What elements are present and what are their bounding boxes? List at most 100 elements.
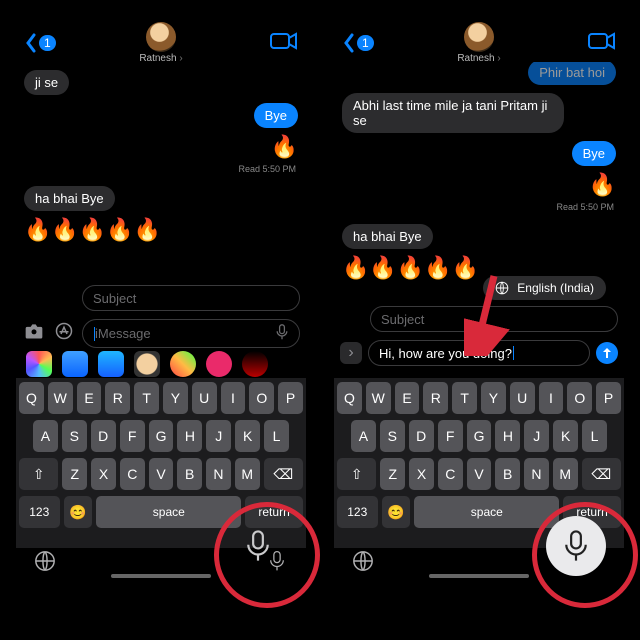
delete-key[interactable]: ⌫ [264, 458, 303, 490]
key-f[interactable]: F [438, 420, 463, 452]
key-k[interactable]: K [235, 420, 260, 452]
message-in[interactable]: Abhi last time mile ja tani Pritam ji se [342, 93, 564, 133]
key-y[interactable]: Y [481, 382, 506, 414]
key-c[interactable]: C [120, 458, 145, 490]
key-b[interactable]: B [495, 458, 520, 490]
key-t[interactable]: T [452, 382, 477, 414]
message-input[interactable]: iMessage [82, 319, 300, 348]
key-k[interactable]: K [553, 420, 578, 452]
fire-emoji[interactable]: 🔥🔥🔥🔥🔥 [342, 255, 479, 281]
language-label: English (India) [517, 281, 594, 295]
key-c[interactable]: C [438, 458, 463, 490]
key-i[interactable]: I [221, 382, 246, 414]
key-h[interactable]: H [495, 420, 520, 452]
key-g[interactable]: G [467, 420, 492, 452]
key-g[interactable]: G [149, 420, 174, 452]
key-j[interactable]: J [524, 420, 549, 452]
appstore-app-icon[interactable] [62, 351, 88, 377]
key-t[interactable]: T [134, 382, 159, 414]
key-h[interactable]: H [177, 420, 202, 452]
app-rail[interactable] [16, 350, 306, 378]
avatar [464, 22, 494, 52]
space-key[interactable]: space [96, 496, 241, 528]
key-q[interactable]: Q [19, 382, 44, 414]
key-n[interactable]: N [206, 458, 231, 490]
message-out[interactable]: Phir bat hoi [528, 62, 616, 85]
key-a[interactable]: A [33, 420, 58, 452]
key-l[interactable]: L [264, 420, 289, 452]
avatar [146, 22, 176, 52]
space-key[interactable]: space [414, 496, 559, 528]
home-indicator[interactable] [429, 574, 529, 578]
music-app-icon[interactable] [242, 351, 268, 377]
key-f[interactable]: F [120, 420, 145, 452]
read-receipt: Read 5:50 PM [556, 202, 614, 212]
key-s[interactable]: S [380, 420, 405, 452]
key-q[interactable]: Q [337, 382, 362, 414]
key-r[interactable]: R [423, 382, 448, 414]
globe-icon[interactable] [34, 550, 56, 577]
key-u[interactable]: U [192, 382, 217, 414]
key-p[interactable]: P [596, 382, 621, 414]
key-x[interactable]: X [409, 458, 434, 490]
dictate-button-active[interactable] [546, 516, 606, 576]
delete-key[interactable]: ⌫ [582, 458, 621, 490]
camera-icon[interactable] [22, 322, 46, 345]
dictate-inline-icon[interactable] [275, 324, 289, 343]
key-m[interactable]: M [553, 458, 578, 490]
key-u[interactable]: U [510, 382, 535, 414]
key-v[interactable]: V [467, 458, 492, 490]
message-out[interactable]: Bye [254, 103, 298, 128]
stickers-app-icon[interactable] [170, 351, 196, 377]
send-button[interactable] [596, 342, 618, 364]
fire-emoji[interactable]: 🔥🔥🔥🔥🔥 [24, 217, 161, 243]
key-o[interactable]: O [249, 382, 274, 414]
shift-key[interactable]: ⇧ [19, 458, 58, 490]
subject-input[interactable]: Subject [82, 285, 300, 311]
key-d[interactable]: D [91, 420, 116, 452]
key-b[interactable]: B [177, 458, 202, 490]
message-in[interactable]: ha bhai Bye [24, 186, 115, 211]
numbers-key[interactable]: 123 [337, 496, 378, 528]
key-j[interactable]: J [206, 420, 231, 452]
globe-icon[interactable] [352, 550, 374, 577]
key-n[interactable]: N [524, 458, 549, 490]
appstore-icon[interactable] [52, 322, 76, 345]
audio-app-icon[interactable] [98, 351, 124, 377]
key-i[interactable]: I [539, 382, 564, 414]
search-app-icon[interactable] [206, 351, 232, 377]
contact-header[interactable]: Ratnesh › [16, 22, 306, 64]
fire-emoji[interactable]: 🔥 [271, 134, 298, 160]
key-w[interactable]: W [366, 382, 391, 414]
collapse-apps-icon[interactable]: › [340, 342, 362, 364]
key-l[interactable]: L [582, 420, 607, 452]
message-in[interactable]: ji se [24, 70, 69, 95]
fire-emoji[interactable]: 🔥 [589, 172, 616, 198]
key-w[interactable]: W [48, 382, 73, 414]
contact-header[interactable]: Ratnesh › [334, 22, 624, 64]
emoji-key[interactable]: 😊 [382, 496, 411, 528]
message-in[interactable]: ha bhai Bye [342, 224, 433, 249]
memoji-app-icon[interactable] [134, 351, 160, 377]
numbers-key[interactable]: 123 [19, 496, 60, 528]
key-d[interactable]: D [409, 420, 434, 452]
dictate-button-highlight[interactable] [228, 516, 288, 576]
key-p[interactable]: P [278, 382, 303, 414]
key-s[interactable]: S [62, 420, 87, 452]
message-out[interactable]: Bye [572, 141, 616, 166]
key-m[interactable]: M [235, 458, 260, 490]
photos-app-icon[interactable] [26, 351, 52, 377]
key-z[interactable]: Z [62, 458, 87, 490]
key-e[interactable]: E [395, 382, 420, 414]
shift-key[interactable]: ⇧ [337, 458, 376, 490]
key-x[interactable]: X [91, 458, 116, 490]
key-v[interactable]: V [149, 458, 174, 490]
key-z[interactable]: Z [380, 458, 405, 490]
home-indicator[interactable] [111, 574, 211, 578]
key-e[interactable]: E [77, 382, 102, 414]
key-y[interactable]: Y [163, 382, 188, 414]
key-r[interactable]: R [105, 382, 130, 414]
key-a[interactable]: A [351, 420, 376, 452]
key-o[interactable]: O [567, 382, 592, 414]
emoji-key[interactable]: 😊 [64, 496, 93, 528]
